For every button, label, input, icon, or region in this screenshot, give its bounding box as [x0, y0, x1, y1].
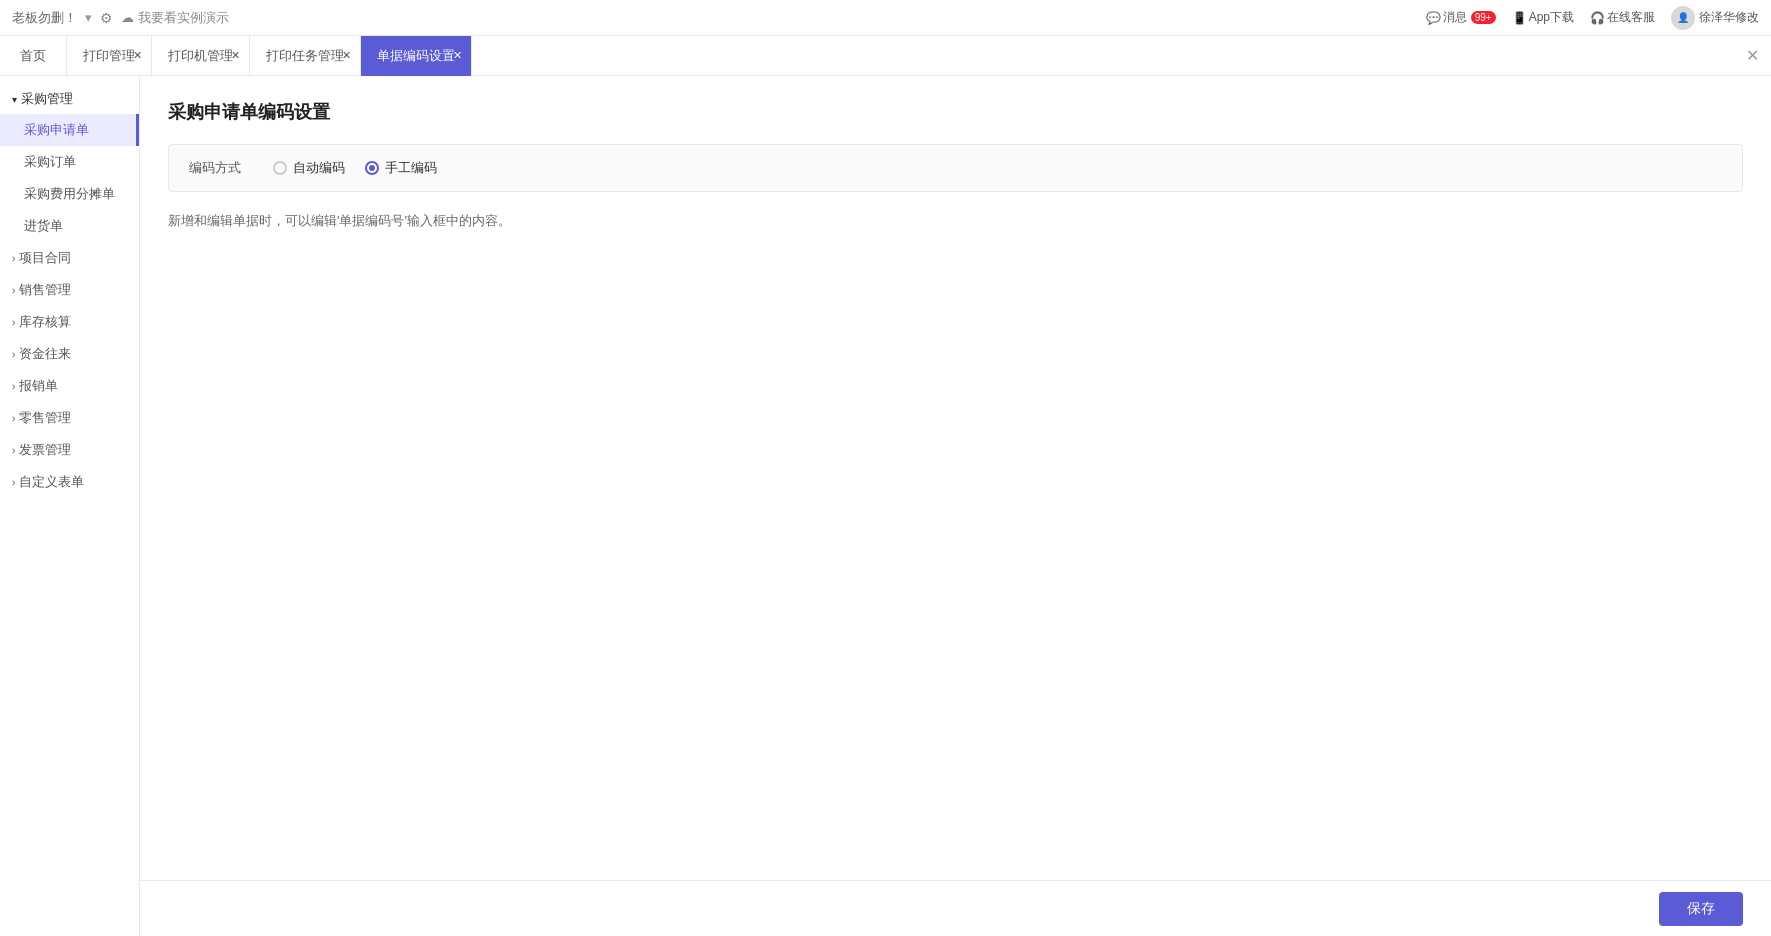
user-name: 徐泽华修改 [1699, 9, 1759, 26]
online-service-btn[interactable]: 🎧 在线客服 [1590, 9, 1655, 26]
close-tab-barcode-settings[interactable]: ✕ [449, 48, 465, 64]
sidebar-item-inbound[interactable]: 进货单 [0, 210, 139, 242]
tab-barcode-settings[interactable]: 单据编码设置 ✕ [361, 36, 472, 76]
chevron-right-icon-8: › [12, 477, 15, 488]
sidebar: ▾ 采购管理 采购申请单 采购订单 采购费用分摊单 进货单 › 项目合同 › 销… [0, 76, 140, 936]
user-profile[interactable]: 👤 徐泽华修改 [1671, 6, 1759, 30]
app-icon: 📱 [1512, 11, 1527, 25]
chevron-right-icon-2: › [12, 285, 15, 296]
brand-label: 老板勿删！ [12, 9, 77, 27]
sidebar-group-funds[interactable]: › 资金往来 [0, 338, 139, 370]
settings-icon[interactable]: ⚙ [100, 10, 113, 26]
sidebar-group-invoice-mgmt[interactable]: › 发票管理 [0, 434, 139, 466]
content-inner: 采购申请单编码设置 编码方式 自动编码 手工编码 新增和编辑单据时，可以编辑'单… [140, 76, 1771, 880]
radio-manual-code[interactable]: 手工编码 [365, 159, 437, 177]
save-button[interactable]: 保存 [1659, 892, 1743, 926]
sidebar-group-inventory[interactable]: › 库存核算 [0, 306, 139, 338]
main-layout: ▾ 采购管理 采购申请单 采购订单 采购费用分摊单 进货单 › 项目合同 › 销… [0, 76, 1771, 936]
chevron-right-icon-5: › [12, 381, 15, 392]
sidebar-item-purchase-order[interactable]: 采购订单 [0, 146, 139, 178]
sidebar-group-retail-mgmt[interactable]: › 零售管理 [0, 402, 139, 434]
message-icon: 💬 [1426, 11, 1441, 25]
chevron-right-icon-3: › [12, 317, 15, 328]
top-bar-left: 老板勿删！ ▾ ⚙ ☁我要看实例演示 [12, 9, 229, 27]
top-bar: 老板勿删！ ▾ ⚙ ☁我要看实例演示 💬 消息 99+ 📱 App下载 🎧 在线… [0, 0, 1771, 36]
sidebar-group-project-contract[interactable]: › 项目合同 [0, 242, 139, 274]
tab-print-mgmt[interactable]: 打印管理 ✕ [67, 36, 152, 76]
close-tab-printer-mgmt[interactable]: ✕ [227, 48, 243, 64]
avatar: 👤 [1671, 6, 1695, 30]
radio-manual-circle [365, 161, 379, 175]
encoding-method-label: 编码方式 [189, 159, 241, 177]
radio-group-encoding: 自动编码 手工编码 [273, 159, 437, 177]
app-download-btn[interactable]: 📱 App下载 [1512, 9, 1574, 26]
chevron-right-icon: › [12, 253, 15, 264]
sidebar-group-purchase-mgmt[interactable]: ▾ 采购管理 [0, 84, 139, 114]
dropdown-icon[interactable]: ▾ [85, 10, 92, 25]
service-icon: 🎧 [1590, 11, 1605, 25]
chevron-right-icon-4: › [12, 349, 15, 360]
demo-link[interactable]: ☁我要看实例演示 [121, 9, 229, 27]
tab-bar: 首页 打印管理 ✕ 打印机管理 ✕ 打印任务管理 ✕ 单据编码设置 ✕ ✕ [0, 36, 1771, 76]
hint-text: 新增和编辑单据时，可以编辑'单据编码号'输入框中的内容。 [168, 212, 1743, 230]
encoding-form: 编码方式 自动编码 手工编码 [168, 144, 1743, 192]
close-tab-print-mgmt[interactable]: ✕ [129, 48, 145, 64]
sidebar-group-sales-mgmt[interactable]: › 销售管理 [0, 274, 139, 306]
sidebar-group-return[interactable]: › 报销单 [0, 370, 139, 402]
radio-auto-circle [273, 161, 287, 175]
chevron-down-icon: ▾ [12, 94, 17, 105]
footer-bar: 保存 [140, 880, 1771, 936]
close-tab-print-task-mgmt[interactable]: ✕ [338, 48, 354, 64]
top-bar-right: 💬 消息 99+ 📱 App下载 🎧 在线客服 👤 徐泽华修改 [1426, 6, 1759, 30]
chevron-right-icon-7: › [12, 445, 15, 456]
tab-home[interactable]: 首页 [0, 36, 67, 76]
tab-print-task-mgmt[interactable]: 打印任务管理 ✕ [250, 36, 361, 76]
message-badge: 99+ [1471, 11, 1496, 24]
page-title: 采购申请单编码设置 [168, 100, 1743, 124]
radio-auto-code[interactable]: 自动编码 [273, 159, 345, 177]
chevron-right-icon-6: › [12, 413, 15, 424]
sidebar-item-purchase-request[interactable]: 采购申请单 [0, 114, 139, 146]
sidebar-group-custom-forms[interactable]: › 自定义表单 [0, 466, 139, 498]
content-area: 采购申请单编码设置 编码方式 自动编码 手工编码 新增和编辑单据时，可以编辑'单… [140, 76, 1771, 936]
close-all-tabs-btn[interactable]: ✕ [1734, 36, 1771, 76]
tab-printer-mgmt[interactable]: 打印机管理 ✕ [152, 36, 250, 76]
sidebar-item-purchase-expense[interactable]: 采购费用分摊单 [0, 178, 139, 210]
message-btn[interactable]: 💬 消息 99+ [1426, 9, 1496, 26]
